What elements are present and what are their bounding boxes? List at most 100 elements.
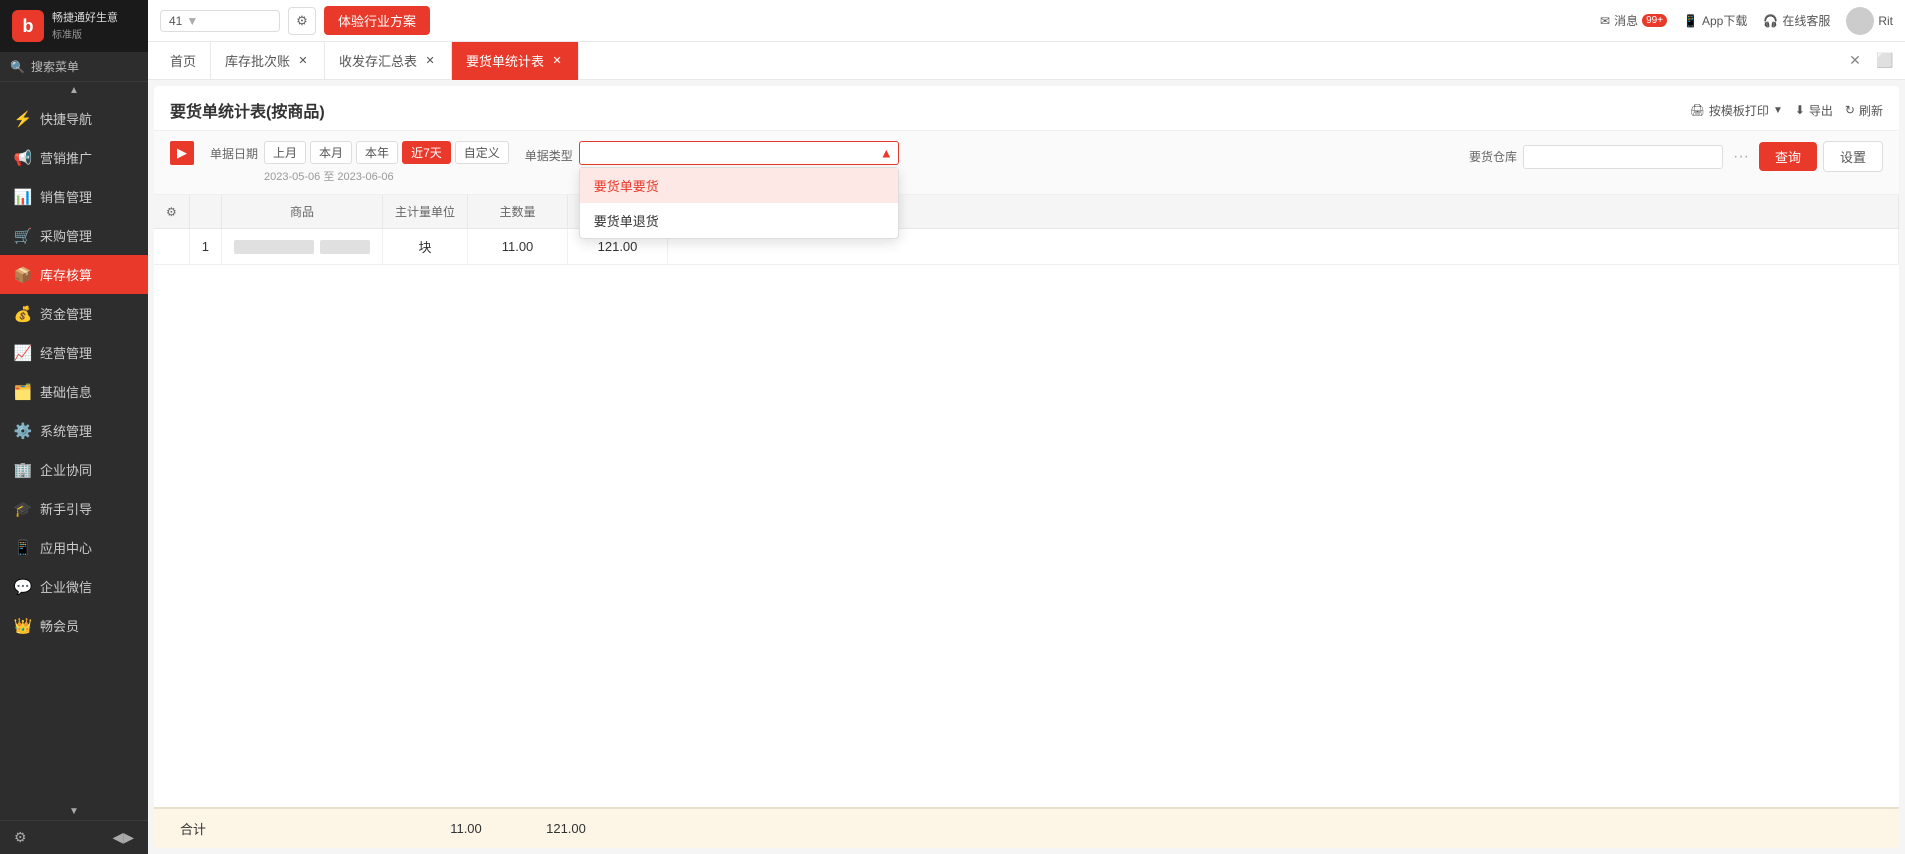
sidebar-item-label: 快捷导航 xyxy=(40,109,92,128)
system-icon: ⚙️ xyxy=(14,422,32,440)
footer-total-label: 合计 xyxy=(180,822,206,837)
type-filter-input[interactable] xyxy=(579,141,899,165)
sidebar-item-shortcut[interactable]: ⚡ 快捷导航 xyxy=(0,99,148,138)
col-settings[interactable]: ⚙ xyxy=(154,195,189,229)
print-btn[interactable]: 🖨 按模板打印 ▼ xyxy=(1690,102,1783,119)
table-header: ⚙ 商品 主计量单位 主数量 零售金额 xyxy=(154,195,1899,229)
date-filter-group: 单据日期 上月 本月 本年 近7天 自定义 2023-05-06 至 2023-… xyxy=(210,141,509,184)
top-header: 41 ▼ ⚙ 体验行业方案 ✉ 消息 99+ 📱 App下载 🎧 在线客服 xyxy=(148,0,1905,42)
tabs-controls: ✕ ⬜ xyxy=(1843,49,1897,73)
more-filters-btn[interactable]: ··· xyxy=(1733,148,1749,166)
row-qty-cell: 11.00 xyxy=(468,229,568,265)
header-left: 41 ▼ ⚙ 体验行业方案 xyxy=(160,6,1588,35)
filter-expand-btn[interactable]: ▶ xyxy=(170,141,194,165)
sidebar-item-marketing[interactable]: 📢 营销推广 xyxy=(0,138,148,177)
tab-home[interactable]: 首页 xyxy=(156,42,211,80)
print-icon: 🖨 xyxy=(1690,103,1705,117)
sidebar-item-sales[interactable]: 📊 销售管理 xyxy=(0,177,148,216)
sidebar-scroll-down[interactable]: ▼ xyxy=(0,803,148,820)
sidebar-item-operation[interactable]: 📈 经营管理 xyxy=(0,333,148,372)
row-product-cell xyxy=(222,229,383,265)
dropdown-item-order-goods[interactable]: 要货单要货 xyxy=(580,168,898,203)
date-btn-7days[interactable]: 近7天 xyxy=(402,141,451,164)
dropdown-item-label: 要货单要货 xyxy=(594,179,659,194)
download-icon: 📱 xyxy=(1683,14,1698,28)
sidebar-item-label: 资金管理 xyxy=(40,304,92,323)
sidebar-item-label: 企业协同 xyxy=(40,460,92,479)
expand-icon: ▶ xyxy=(177,145,187,161)
sidebar-item-appstore[interactable]: 📱 应用中心 xyxy=(0,528,148,567)
online-service-action[interactable]: 🎧 在线客服 xyxy=(1763,12,1830,29)
col-product: 商品 xyxy=(222,195,383,229)
shortcut-icon: ⚡ xyxy=(14,110,32,128)
type-filter-select: ▲ 要货单要货 要货单退货 xyxy=(579,141,899,165)
app-download-label: App下载 xyxy=(1702,12,1747,29)
query-button[interactable]: 查询 xyxy=(1759,142,1817,171)
sidebar-item-label: 库存核算 xyxy=(40,265,92,284)
message-icon: ✉ xyxy=(1600,14,1610,28)
tab-close-all-btn[interactable]: ✕ xyxy=(1843,49,1867,73)
row-index-cell: 1 xyxy=(189,229,221,265)
main-content: 41 ▼ ⚙ 体验行业方案 ✉ 消息 99+ 📱 App下载 🎧 在线客服 xyxy=(148,0,1905,854)
tab-batch-close[interactable]: ✕ xyxy=(296,54,310,68)
trial-button[interactable]: 体验行业方案 xyxy=(324,6,430,35)
sidebar-item-enterprise[interactable]: 🏢 企业协同 xyxy=(0,450,148,489)
sidebar-item-label: 采购管理 xyxy=(40,226,92,245)
store-settings-btn[interactable]: ⚙ xyxy=(288,7,316,35)
row-unit-cell: 块 xyxy=(383,229,468,265)
date-btn-last-month[interactable]: 上月 xyxy=(264,141,306,164)
date-btn-this-month[interactable]: 本月 xyxy=(310,141,352,164)
sidebar-bottom: ⚙ ◀▶ xyxy=(0,820,148,854)
export-btn[interactable]: ⬇ 导出 xyxy=(1795,102,1833,119)
message-badge: 99+ xyxy=(1642,14,1667,27)
settings-button[interactable]: 设置 xyxy=(1823,141,1883,172)
sidebar-item-basic[interactable]: 🗂️ 基础信息 xyxy=(0,372,148,411)
sidebar-item-finance[interactable]: 💰 资金管理 xyxy=(0,294,148,333)
filter-bar: ▶ 单据日期 上月 本月 本年 近7天 自定义 2023-05-06 至 202… xyxy=(154,131,1899,195)
warehouse-filter-input[interactable] xyxy=(1523,145,1723,169)
store-selector[interactable]: 41 ▼ xyxy=(160,10,280,32)
data-table: ⚙ 商品 主计量单位 主数量 零售金额 1 xyxy=(154,195,1899,265)
sidebar-item-wechat[interactable]: 💬 企业微信 xyxy=(0,567,148,606)
header-right: ✉ 消息 99+ 📱 App下载 🎧 在线客服 Rit xyxy=(1600,7,1893,35)
export-icon: ⬇ xyxy=(1795,103,1805,117)
sidebar-item-inventory[interactable]: 📦 库存核算 xyxy=(0,255,148,294)
tab-batch[interactable]: 库存批次账 ✕ xyxy=(211,42,325,80)
basic-icon: 🗂️ xyxy=(14,383,32,401)
purchase-icon: 🛒 xyxy=(14,227,32,245)
search-menu[interactable]: 🔍 搜索菜单 xyxy=(0,52,148,82)
marketing-icon: 📢 xyxy=(14,149,32,167)
app-download-action[interactable]: 📱 App下载 xyxy=(1683,12,1747,29)
sidebar-item-label: 应用中心 xyxy=(40,538,92,557)
sidebar-item-purchase[interactable]: 🛒 采购管理 xyxy=(0,216,148,255)
product-name-group xyxy=(234,240,370,254)
sidebar-item-system[interactable]: ⚙️ 系统管理 xyxy=(0,411,148,450)
tab-summary-close[interactable]: ✕ xyxy=(423,54,437,68)
online-service-label: 在线客服 xyxy=(1782,12,1830,29)
refresh-icon: ↻ xyxy=(1845,103,1855,117)
chevron-down-icon: ▼ xyxy=(186,14,198,28)
print-label: 按模板打印 xyxy=(1709,102,1769,119)
date-btn-this-year[interactable]: 本年 xyxy=(356,141,398,164)
table-footer: 合计 11.00 121.00 xyxy=(154,807,1899,848)
sidebar-settings-btn[interactable]: ⚙ xyxy=(14,829,27,846)
sidebar-item-member[interactable]: 👑 畅会员 xyxy=(0,606,148,645)
dropdown-item-order-return[interactable]: 要货单退货 xyxy=(580,203,898,238)
search-icon: 🔍 xyxy=(10,60,25,74)
finance-icon: 💰 xyxy=(14,305,32,323)
inventory-icon: 📦 xyxy=(14,266,32,284)
footer-amount-val: 121.00 xyxy=(516,821,616,836)
date-btn-custom[interactable]: 自定义 xyxy=(455,141,509,164)
tab-summary[interactable]: 收发存汇总表 ✕ xyxy=(325,42,452,80)
tab-restore-btn[interactable]: ⬜ xyxy=(1873,49,1897,73)
sidebar-item-guide[interactable]: 🎓 新手引导 xyxy=(0,489,148,528)
tab-order-stat-close[interactable]: ✕ xyxy=(550,54,564,68)
sidebar-item-label: 新手引导 xyxy=(40,499,92,518)
tab-order-stat[interactable]: 要货单统计表 ✕ xyxy=(452,42,579,80)
sidebar-scroll-up[interactable]: ▲ xyxy=(0,82,148,99)
member-icon: 👑 xyxy=(14,617,32,635)
refresh-btn[interactable]: ↻ 刷新 xyxy=(1845,102,1883,119)
message-action[interactable]: ✉ 消息 99+ xyxy=(1600,12,1667,29)
user-profile[interactable]: Rit xyxy=(1846,7,1893,35)
sidebar-collapse-btn[interactable]: ◀▶ xyxy=(112,829,134,846)
